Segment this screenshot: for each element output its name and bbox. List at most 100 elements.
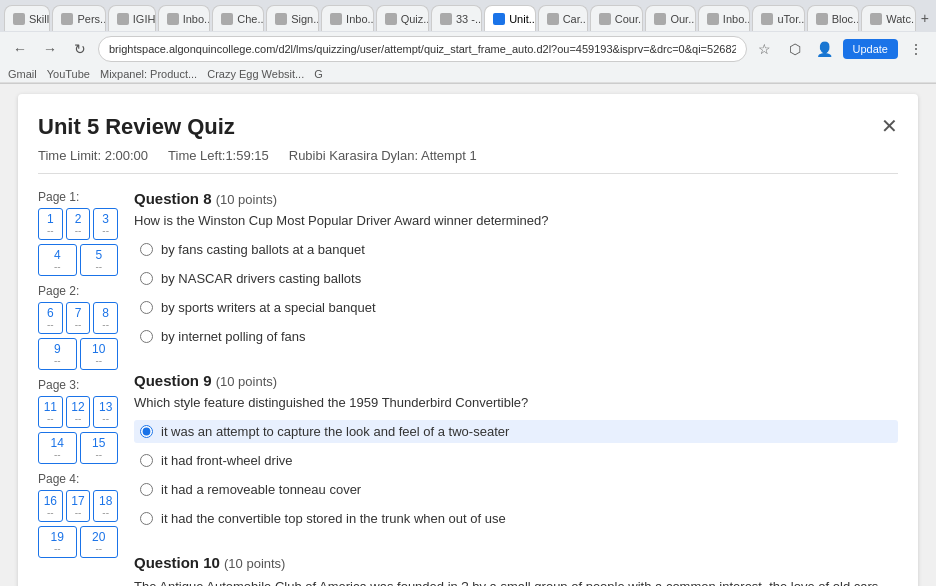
page-num-20[interactable]: 20-- — [80, 526, 119, 558]
question-9-title: Question 9 (10 points) — [134, 372, 898, 389]
tab-favicon — [61, 13, 73, 25]
page-num-9[interactable]: 9-- — [38, 338, 77, 370]
browser-chrome: Skill ✕ Pers... ✕ IGIH ✕ Inbo... ✕ Che..… — [0, 0, 936, 84]
quiz-container: Unit 5 Review Quiz ✕ Time Limit: 2:00:00… — [18, 94, 918, 586]
page4-grid2: 19-- 20-- — [38, 526, 118, 558]
question-9-block: Question 9 (10 points) Which style featu… — [134, 372, 898, 530]
reload-button[interactable]: ↻ — [68, 37, 92, 61]
tab-inbo3[interactable]: Inbo... ✕ — [698, 5, 751, 31]
menu-button[interactable]: ⋮ — [904, 37, 928, 61]
bookmark-crazyegg[interactable]: Crazy Egg Websit... — [207, 68, 304, 80]
tab-unit[interactable]: Unit... ✕ — [484, 5, 536, 31]
bookmark-mixpanel[interactable]: Mixpanel: Product... — [100, 68, 197, 80]
page-num-6[interactable]: 6-- — [38, 302, 63, 334]
tab-label: Sign... — [291, 13, 319, 25]
extension-button[interactable]: ⬡ — [783, 37, 807, 61]
quiz-title: Unit 5 Review Quiz — [38, 114, 235, 140]
q9-label-1: it was an attempt to capture the look an… — [161, 424, 509, 439]
page2-label: Page 2: — [38, 284, 118, 298]
forward-button[interactable]: → — [38, 37, 62, 61]
q8-option-4[interactable]: by internet polling of fans — [134, 325, 898, 348]
q9-radio-4[interactable] — [140, 512, 153, 525]
page-num-4[interactable]: 4-- — [38, 244, 77, 276]
page-num-15[interactable]: 15-- — [80, 432, 119, 464]
page-num-3[interactable]: 3-- — [93, 208, 118, 240]
tab-utor[interactable]: uTor... ✕ — [752, 5, 804, 31]
question-10-title: Question 10 (10 points) — [134, 554, 898, 571]
q8-radio-1[interactable] — [140, 243, 153, 256]
page-num-19[interactable]: 19-- — [38, 526, 77, 558]
update-button[interactable]: Update — [843, 39, 898, 59]
q8-radio-3[interactable] — [140, 301, 153, 314]
q8-label-4: by internet polling of fans — [161, 329, 306, 344]
q9-label-4: it had the convertible top stored in the… — [161, 511, 506, 526]
q9-option-3[interactable]: it had a removeable tonneau cover — [134, 478, 898, 501]
page-num-7[interactable]: 7-- — [66, 302, 91, 334]
page-num-5[interactable]: 5-- — [80, 244, 119, 276]
new-tab-button[interactable]: + — [918, 6, 932, 30]
tab-label: Quiz... — [401, 13, 429, 25]
tab-33[interactable]: 33 -... ✕ — [431, 5, 482, 31]
q8-option-3[interactable]: by sports writers at a special banquet — [134, 296, 898, 319]
quiz-body: Page 1: 1-- 2-- 3-- 4-- 5-- Page 2: 6-- … — [38, 190, 898, 586]
page-num-8[interactable]: 8-- — [93, 302, 118, 334]
tab-quiz[interactable]: Quiz... ✕ — [376, 5, 429, 31]
q8-option-1[interactable]: by fans casting ballots at a banquet — [134, 238, 898, 261]
address-input[interactable] — [98, 36, 747, 62]
page-num-17[interactable]: 17-- — [66, 490, 91, 522]
bookmark-gmail[interactable]: Gmail — [8, 68, 37, 80]
tab-favicon — [547, 13, 559, 25]
q9-option-4[interactable]: it had the convertible top stored in the… — [134, 507, 898, 530]
tab-car[interactable]: Car... ✕ — [538, 5, 588, 31]
tab-bloc[interactable]: Bloc... ✕ — [807, 5, 860, 31]
page-num-12[interactable]: 12-- — [66, 396, 91, 428]
time-left: Time Left:1:59:15 — [168, 148, 269, 163]
tab-favicon — [493, 13, 505, 25]
page-num-1[interactable]: 1-- — [38, 208, 63, 240]
tab-favicon — [816, 13, 828, 25]
questions-area: Question 8 (10 points) How is the Winsto… — [134, 190, 898, 586]
page-num-14[interactable]: 14-- — [38, 432, 77, 464]
page3-grid2: 14-- 15-- — [38, 432, 118, 464]
question-8-title: Question 8 (10 points) — [134, 190, 898, 207]
page-num-16[interactable]: 16-- — [38, 490, 63, 522]
tab-label: 33 -... — [456, 13, 482, 25]
tab-pers[interactable]: Pers... ✕ — [52, 5, 105, 31]
bookmark-button[interactable]: ☆ — [753, 37, 777, 61]
tab-favicon — [330, 13, 342, 25]
back-button[interactable]: ← — [8, 37, 32, 61]
page-num-13[interactable]: 13-- — [93, 396, 118, 428]
tab-watc[interactable]: Watc... ✕ — [861, 5, 916, 31]
tab-skill[interactable]: Skill ✕ — [4, 5, 50, 31]
page-num-18[interactable]: 18-- — [93, 490, 118, 522]
tab-inbo1[interactable]: Inbo... ✕ — [158, 5, 211, 31]
q8-radio-4[interactable] — [140, 330, 153, 343]
q9-radio-3[interactable] — [140, 483, 153, 496]
close-button[interactable]: ✕ — [881, 114, 898, 138]
q8-radio-2[interactable] — [140, 272, 153, 285]
tab-our[interactable]: Our... ✕ — [645, 5, 695, 31]
page-num-11[interactable]: 11-- — [38, 396, 63, 428]
tab-cour[interactable]: Cour... ✕ — [590, 5, 644, 31]
tab-favicon — [221, 13, 233, 25]
question-9-text: Which style feature distinguished the 19… — [134, 395, 898, 410]
profile-button[interactable]: 👤 — [813, 37, 837, 61]
bookmark-g[interactable]: G — [314, 68, 323, 80]
tab-inbo2[interactable]: Inbo... ✕ — [321, 5, 374, 31]
tab-sign[interactable]: Sign... ✕ — [266, 5, 319, 31]
q9-option-1[interactable]: it was an attempt to capture the look an… — [134, 420, 898, 443]
q9-radio-2[interactable] — [140, 454, 153, 467]
tab-che[interactable]: Che... ✕ — [212, 5, 264, 31]
q9-radio-1[interactable] — [140, 425, 153, 438]
page4-grid: 16-- 17-- 18-- — [38, 490, 118, 522]
q8-option-2[interactable]: by NASCAR drivers casting ballots — [134, 267, 898, 290]
bookmark-youtube[interactable]: YouTube — [47, 68, 90, 80]
page-num-2[interactable]: 2-- — [66, 208, 91, 240]
tab-igih[interactable]: IGIH ✕ — [108, 5, 156, 31]
tab-label: IGIH — [133, 13, 156, 25]
page-num-10[interactable]: 10-- — [80, 338, 119, 370]
page1-grid2: 4-- 5-- — [38, 244, 118, 276]
q9-option-2[interactable]: it had front-wheel drive — [134, 449, 898, 472]
tab-label: Inbo... — [346, 13, 374, 25]
page4-label: Page 4: — [38, 472, 118, 486]
